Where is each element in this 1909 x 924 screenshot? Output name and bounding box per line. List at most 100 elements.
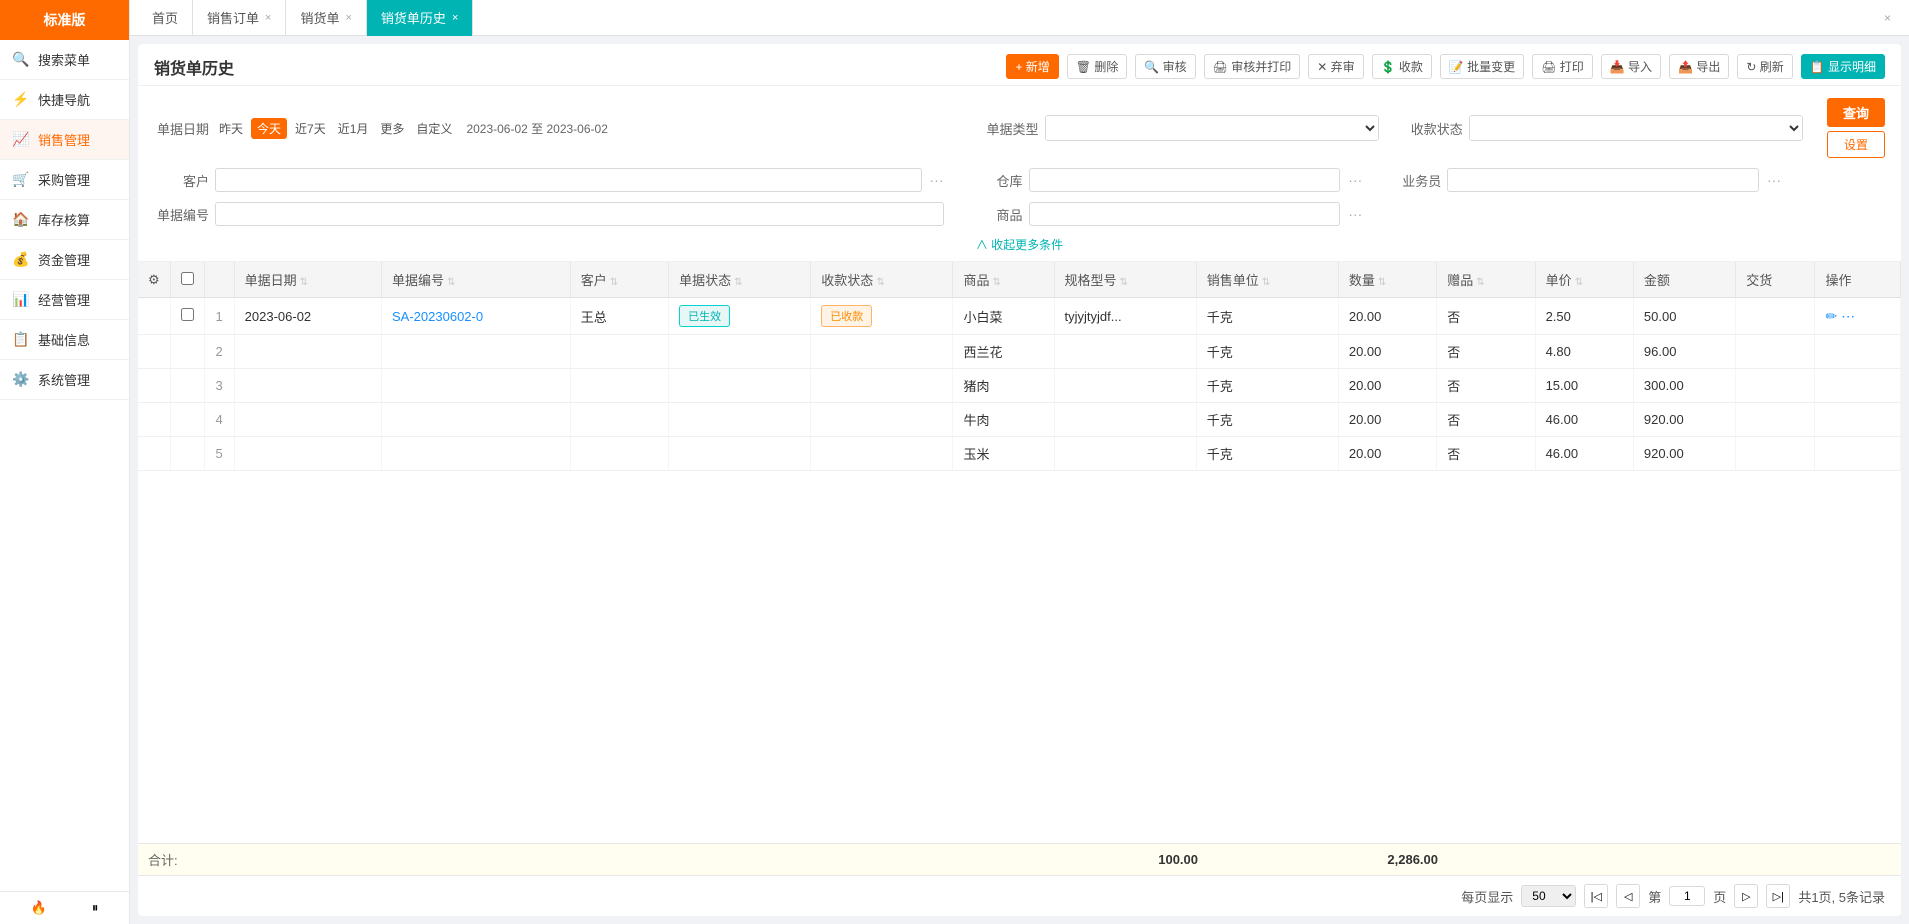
purchase-mgmt-icon: 🛒: [12, 171, 30, 189]
row-trade: [1736, 403, 1815, 437]
collect-button[interactable]: 💲 收款: [1372, 54, 1432, 79]
review-button[interactable]: 🔍 审核: [1135, 54, 1195, 79]
tab-sales-goods-close[interactable]: ×: [345, 12, 351, 24]
row-doc-no[interactable]: [382, 369, 571, 403]
row-doc-date: 2023-06-02: [234, 298, 381, 335]
tab-home[interactable]: 首页: [138, 0, 193, 36]
action-edit-icon[interactable]: ✏: [1825, 308, 1837, 325]
sidebar-item-system-mgmt[interactable]: ⚙️ 系统管理: [0, 360, 129, 400]
sidebar-item-search-menu[interactable]: 🔍 搜索菜单: [0, 40, 129, 80]
row-doc-no[interactable]: [382, 335, 571, 369]
discard-button[interactable]: ✕ 弃审: [1308, 54, 1363, 79]
tab-bar: 首页 销售订单 × 销货单 × 销货单历史 × ×: [130, 0, 1909, 36]
batch-change-button[interactable]: 📝 批量变更: [1440, 54, 1524, 79]
warehouse-ellipsis-icon[interactable]: ···: [1348, 172, 1362, 188]
last-page-button[interactable]: ▷|: [1766, 884, 1790, 908]
th-spec-type[interactable]: 规格型号⇅: [1054, 262, 1196, 298]
filter-payment-status-field: 收款状态: [1403, 115, 1803, 141]
page-size-label: 每页显示: [1461, 887, 1513, 906]
row-payment-status: [811, 403, 953, 437]
row-checkbox[interactable]: [181, 308, 194, 321]
export-button[interactable]: 📤 导出: [1669, 54, 1729, 79]
th-checkbox[interactable]: [170, 262, 204, 298]
refresh-button[interactable]: ↻ 刷新: [1737, 54, 1792, 79]
date-tab-custom[interactable]: 自定义: [412, 118, 456, 139]
show-detail-button[interactable]: 📋 显示明细: [1801, 54, 1885, 79]
sidebar-item-purchase-mgmt[interactable]: 🛒 采购管理: [0, 160, 129, 200]
row-doc-no[interactable]: [382, 403, 571, 437]
filter-docno-input[interactable]: [215, 202, 944, 226]
sidebar-item-basic-info[interactable]: 📋 基础信息: [0, 320, 129, 360]
sidebar-item-sales-mgmt[interactable]: 📈 销售管理: [0, 120, 129, 160]
sidebar-fire-icon[interactable]: 🔥: [31, 900, 47, 916]
review-print-button[interactable]: 🖨 审核并打印: [1204, 54, 1301, 79]
customer-ellipsis-icon[interactable]: ···: [930, 172, 944, 188]
row-doc-no[interactable]: [382, 437, 571, 471]
th-doc-status[interactable]: 单据状态⇅: [669, 262, 811, 298]
row-customer: [570, 335, 668, 369]
row-gear-cell: [138, 437, 170, 471]
th-unit-price[interactable]: 单价⇅: [1535, 262, 1633, 298]
sidebar-item-funds-mgmt[interactable]: 💰 资金管理: [0, 240, 129, 280]
operations-mgmt-icon: 📊: [12, 291, 30, 309]
tab-sales-history-close[interactable]: ×: [452, 12, 458, 24]
row-number: 5: [204, 437, 234, 471]
row-payment-status: [811, 335, 953, 369]
th-sales-unit[interactable]: 销售单位⇅: [1196, 262, 1338, 298]
filter-customer-input[interactable]: [215, 168, 922, 192]
th-gift[interactable]: 赠品⇅: [1437, 262, 1535, 298]
th-gear[interactable]: ⚙: [138, 262, 170, 298]
delete-button[interactable]: 🗑 删除: [1067, 54, 1128, 79]
import-button[interactable]: 📥 导入: [1601, 54, 1661, 79]
th-customer[interactable]: 客户⇅: [570, 262, 668, 298]
date-tab-today[interactable]: 今天: [251, 118, 287, 139]
tab-sales-order[interactable]: 销售订单 ×: [193, 0, 286, 36]
salesperson-ellipsis-icon[interactable]: ···: [1767, 172, 1781, 188]
prev-page-button[interactable]: ◁: [1616, 884, 1640, 908]
print-button[interactable]: 🖨 打印: [1532, 54, 1593, 79]
sidebar-item-operations-mgmt[interactable]: 📊 经营管理: [0, 280, 129, 320]
row-payment-status: [811, 369, 953, 403]
filter-payment-status-select[interactable]: [1469, 115, 1803, 141]
th-qty[interactable]: 数量⇅: [1338, 262, 1436, 298]
sidebar-item-quick-nav[interactable]: ⚡ 快捷导航: [0, 80, 129, 120]
tab-sales-order-close[interactable]: ×: [265, 12, 271, 24]
total-info: 共1页, 5条记录: [1798, 887, 1885, 906]
page-size-select[interactable]: 20 50 100: [1521, 885, 1576, 907]
row-doc-status: [669, 403, 811, 437]
first-page-button[interactable]: |◁: [1584, 884, 1608, 908]
new-button[interactable]: + 新增: [1006, 54, 1058, 79]
summary-row: 合计: 100.00 2,286.00: [138, 844, 1901, 876]
date-tab-1month[interactable]: 近1月: [334, 118, 373, 139]
row-doc-status: [669, 335, 811, 369]
collapse-filter-button[interactable]: ∧ 收起更多条件: [154, 236, 1885, 253]
row-spec-type: [1054, 335, 1196, 369]
filter-warehouse-input[interactable]: [1029, 168, 1341, 192]
next-page-button[interactable]: ▷: [1734, 884, 1758, 908]
action-more-icon[interactable]: ⋯: [1841, 308, 1855, 325]
th-doc-date[interactable]: 单据日期⇅: [234, 262, 381, 298]
row-qty: 20.00: [1338, 298, 1436, 335]
filter-salesperson-input[interactable]: [1447, 168, 1759, 192]
sidebar-pause-icon[interactable]: ⏸: [92, 900, 99, 916]
settings-button[interactable]: 设置: [1827, 131, 1885, 158]
date-tab-7days[interactable]: 近7天: [291, 118, 330, 139]
row-doc-no[interactable]: SA-20230602-0: [382, 298, 571, 335]
page-number-input[interactable]: [1669, 886, 1705, 906]
sidebar-item-inventory-calc[interactable]: 🏠 库存核算: [0, 200, 129, 240]
query-button[interactable]: 查询: [1827, 98, 1885, 127]
close-all-tabs-button[interactable]: ×: [1874, 11, 1901, 25]
row-number: 3: [204, 369, 234, 403]
filter-doc-type-select[interactable]: [1045, 115, 1379, 141]
tab-sales-history[interactable]: 销货单历史 ×: [367, 0, 473, 36]
tab-sales-goods[interactable]: 销货单 ×: [286, 0, 366, 36]
th-doc-no[interactable]: 单据编号⇅: [382, 262, 571, 298]
date-tab-yesterday[interactable]: 昨天: [215, 118, 247, 139]
goods-ellipsis-icon[interactable]: ···: [1348, 206, 1362, 222]
date-range-display: 2023-06-02 至 2023-06-02: [466, 120, 607, 137]
date-tab-more[interactable]: 更多: [376, 118, 408, 139]
filter-goods-input[interactable]: [1029, 202, 1341, 226]
th-payment-status[interactable]: 收款状态⇅: [811, 262, 953, 298]
select-all-checkbox[interactable]: [181, 272, 194, 285]
th-goods[interactable]: 商品⇅: [953, 262, 1054, 298]
